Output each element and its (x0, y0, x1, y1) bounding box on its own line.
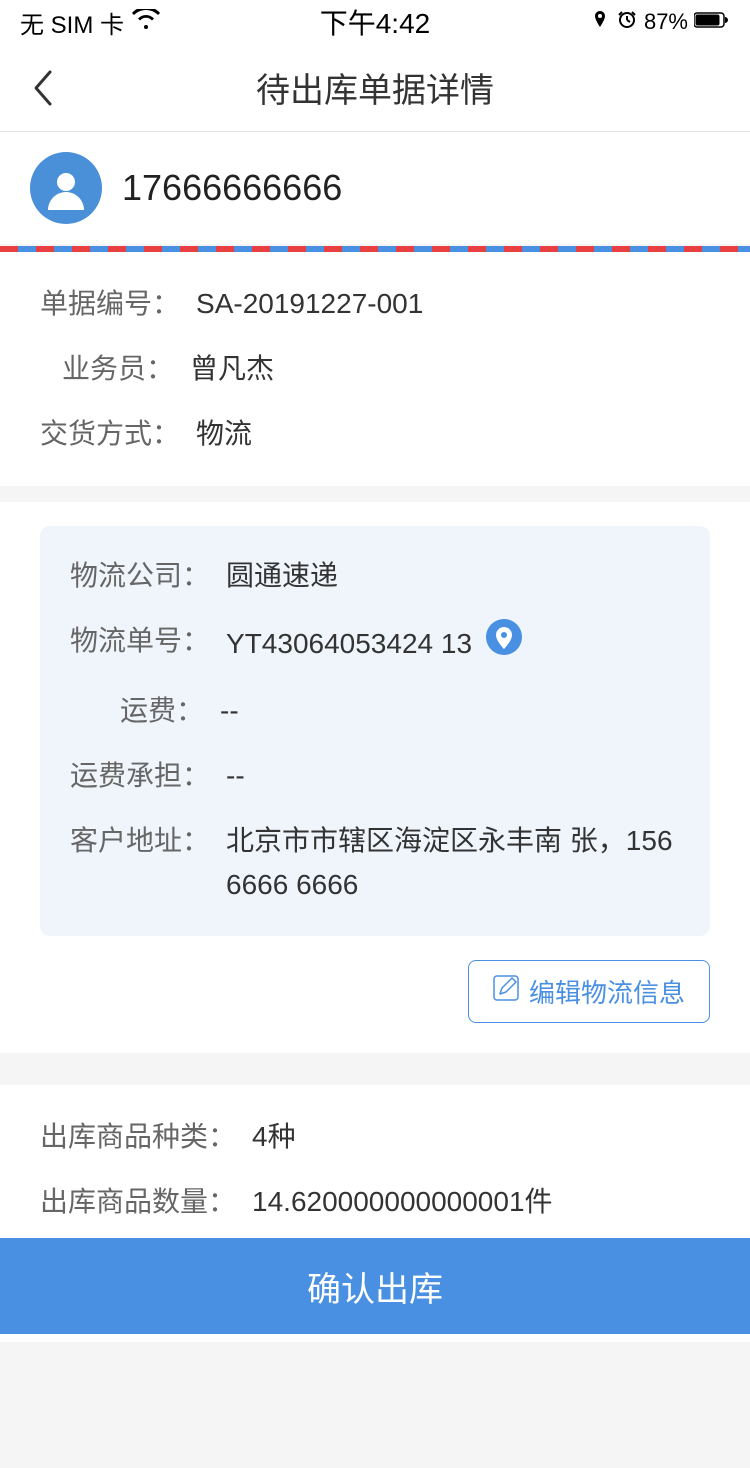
freight-value: -- (220, 689, 680, 734)
order-info-section: 单据编号： SA-20191227-001 业务员： 曾凡杰 交货方式： 物流 (0, 252, 750, 486)
status-left: 无 SIM 卡 (20, 5, 160, 40)
delivery-method-row: 交货方式： 物流 (40, 412, 710, 457)
logistics-inner: 物流公司： 圆通速递 物流单号： YT43064053424 13 运费： (40, 526, 710, 936)
goods-quantity-value: 14.620000000000001件 (252, 1180, 710, 1225)
time-display: 下午4:42 (320, 2, 431, 42)
logistics-company-label: 物流公司： (70, 554, 226, 599)
location-pin-icon[interactable] (486, 619, 522, 669)
page-title: 待出库单据详情 (256, 63, 494, 112)
goods-type-value: 4种 (252, 1115, 710, 1160)
staff-row: 业务员： 曾凡杰 (40, 347, 710, 392)
goods-type-label: 出库商品种类： (40, 1115, 252, 1160)
customer-phone: 17666666666 (122, 167, 342, 209)
section-divider (0, 1069, 750, 1085)
edit-logistics-container: 编辑物流信息 (40, 960, 710, 1023)
logistics-section: 物流公司： 圆通速递 物流单号： YT43064053424 13 运费： (0, 502, 750, 1053)
delivery-method-value: 物流 (196, 412, 710, 457)
tracking-number-value: YT43064053424 13 (226, 619, 680, 669)
staff-label: 业务员： (40, 347, 190, 392)
back-button[interactable] (30, 68, 54, 108)
confirm-label: 确认出库 (307, 1262, 443, 1311)
alarm-icon (616, 8, 638, 36)
logistics-company-row: 物流公司： 圆通速递 (70, 554, 680, 599)
staff-value: 曾凡杰 (190, 347, 710, 392)
status-bar: 无 SIM 卡 下午4:42 87% (0, 0, 750, 44)
tracking-number-row: 物流单号： YT43064053424 13 (70, 619, 680, 669)
status-right: 87% (590, 8, 730, 36)
avatar (30, 152, 102, 224)
goods-type-row: 出库商品种类： 4种 (40, 1115, 710, 1160)
freight-label: 运费： (70, 689, 220, 734)
document-number-row: 单据编号： SA-20191227-001 (40, 282, 710, 327)
address-label: 客户地址： (70, 819, 226, 864)
goods-quantity-label: 出库商品数量： (40, 1180, 252, 1225)
goods-quantity-row: 出库商品数量： 14.620000000000001件 (40, 1180, 710, 1225)
battery-icon (694, 9, 730, 35)
edit-logistics-button[interactable]: 编辑物流信息 (468, 960, 710, 1023)
address-row: 客户地址： 北京市市辖区海淀区永丰南 张，156 6666 6666 (70, 819, 680, 909)
battery-text: 87% (644, 9, 688, 35)
edit-logistics-label: 编辑物流信息 (529, 973, 685, 1010)
location-icon (590, 9, 610, 35)
document-number-label: 单据编号： (40, 282, 196, 327)
wifi-icon (132, 8, 160, 36)
address-value: 北京市市辖区海淀区永丰南 张，156 6666 6666 (226, 819, 680, 909)
tracking-number-label: 物流单号： (70, 619, 226, 664)
confirm-button[interactable]: 确认出库 (0, 1238, 750, 1334)
freight-bearer-row: 运费承担： -- (70, 754, 680, 799)
edit-icon (493, 975, 519, 1008)
delivery-method-label: 交货方式： (40, 412, 196, 457)
freight-row: 运费： -- (70, 689, 680, 734)
freight-bearer-value: -- (226, 754, 680, 799)
nav-bar: 待出库单据详情 (0, 44, 750, 132)
carrier-text: 无 SIM 卡 (20, 5, 124, 40)
customer-header: 17666666666 (0, 132, 750, 244)
logistics-company-value: 圆通速递 (226, 554, 680, 599)
freight-bearer-label: 运费承担： (70, 754, 226, 799)
document-number-value: SA-20191227-001 (196, 282, 710, 327)
